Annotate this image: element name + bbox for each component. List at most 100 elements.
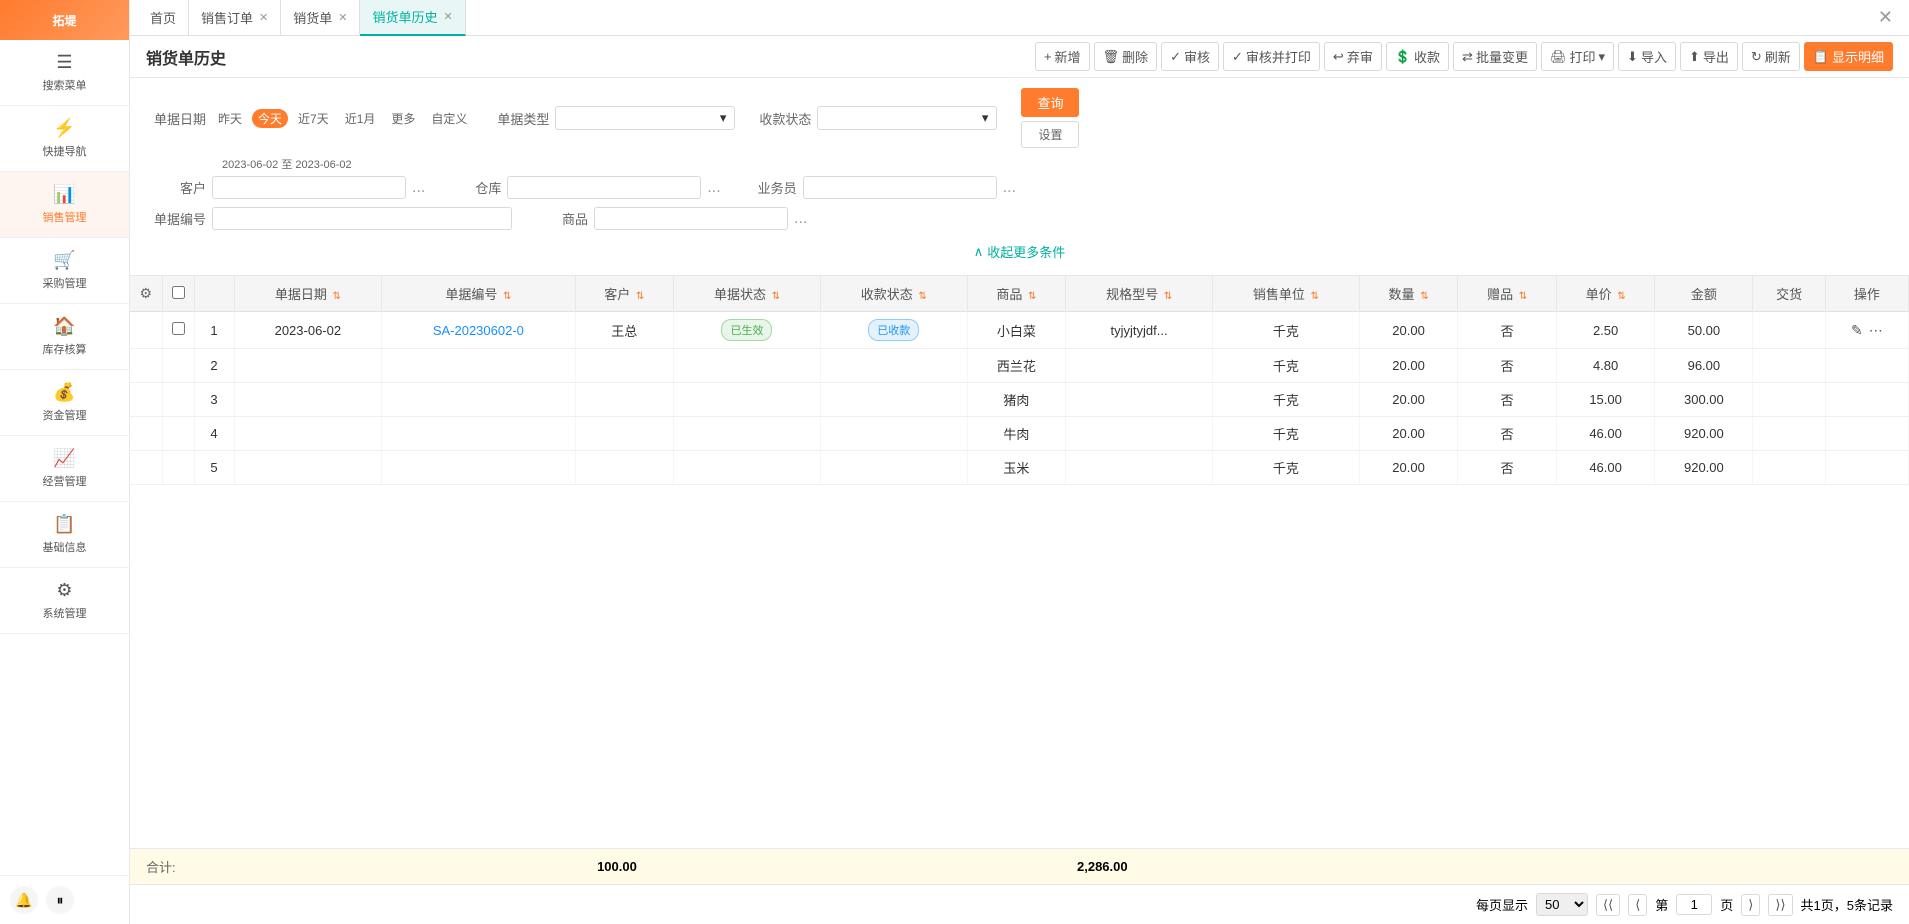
- cell-checkbox[interactable]: [162, 383, 194, 417]
- tab-sales-order[interactable]: 销售订单 ✕: [189, 0, 281, 36]
- col-checkbox[interactable]: [162, 276, 194, 312]
- cell-action[interactable]: ✎⋯: [1825, 312, 1908, 349]
- col-settings[interactable]: ⚙: [130, 276, 162, 312]
- col-doc-date[interactable]: 单据日期 ⇅: [234, 276, 382, 312]
- doc-no-input[interactable]: [212, 207, 512, 230]
- page-number-input[interactable]: 1: [1676, 894, 1712, 915]
- sidebar-item-operations-mgmt[interactable]: 📈 经营管理: [0, 436, 129, 502]
- show-detail-button[interactable]: 📋 显示明细: [1804, 42, 1893, 71]
- goods-filter: 商品 ...: [528, 207, 807, 230]
- audit-print-button[interactable]: ✓ 审核并打印: [1223, 42, 1320, 71]
- business-dots[interactable]: ...: [1003, 179, 1016, 197]
- abandon-button[interactable]: ↩ 弃审: [1324, 42, 1382, 71]
- delete-button[interactable]: 🗑 删除: [1094, 42, 1158, 71]
- tab-home[interactable]: 首页: [138, 0, 189, 36]
- col-qty[interactable]: 数量 ⇅: [1359, 276, 1458, 312]
- tab-sales-goods-history[interactable]: 销货单历史 ✕: [360, 0, 465, 36]
- cell-doc-no[interactable]: [382, 417, 575, 451]
- col-unit[interactable]: 销售单位 ⇅: [1213, 276, 1360, 312]
- col-spec[interactable]: 规格型号 ⇅: [1066, 276, 1213, 312]
- sidebar-item-inventory[interactable]: 🏠 库存核算: [0, 304, 129, 370]
- sidebar-item-finance-mgmt[interactable]: 💰 资金管理: [0, 370, 129, 436]
- sidebar-item-system-mgmt[interactable]: ⚙ 系统管理: [0, 568, 129, 634]
- today-shortcut[interactable]: 今天: [252, 109, 288, 128]
- goods-input[interactable]: [594, 207, 788, 230]
- cell-action[interactable]: [1825, 349, 1908, 383]
- row-checkbox[interactable]: [172, 322, 185, 335]
- edit-icon[interactable]: ✎: [1851, 322, 1863, 339]
- last1month-shortcut[interactable]: 近1月: [339, 109, 382, 128]
- close-all-tabs-btn[interactable]: ✕: [1870, 7, 1901, 28]
- last7days-shortcut[interactable]: 近7天: [292, 109, 335, 128]
- query-button[interactable]: 查询: [1021, 88, 1079, 117]
- col-settings-icon[interactable]: ⚙: [139, 285, 152, 301]
- pause-btn[interactable]: ⏸: [46, 886, 74, 914]
- cell-doc-no[interactable]: [382, 349, 575, 383]
- col-gift[interactable]: 赠品 ⇅: [1458, 276, 1557, 312]
- col-doc-status[interactable]: 单据状态 ⇅: [674, 276, 821, 312]
- customer-dots[interactable]: ...: [412, 179, 425, 197]
- sidebar-item-sales-mgmt[interactable]: 📊 销售管理: [0, 172, 129, 238]
- collapse-more-btn[interactable]: ∧ 收起更多条件: [146, 238, 1893, 265]
- sidebar-item-search-menu[interactable]: ☰ 搜索菜单: [0, 40, 129, 106]
- goods-dots[interactable]: ...: [794, 210, 807, 228]
- custom-shortcut[interactable]: 自定义: [425, 109, 473, 128]
- customer-input[interactable]: [212, 176, 406, 199]
- cell-doc-no[interactable]: SA-20230602-0: [382, 312, 575, 349]
- cell-checkbox[interactable]: [162, 417, 194, 451]
- import-button[interactable]: ⬇ 导入: [1618, 42, 1676, 71]
- cell-action[interactable]: [1825, 417, 1908, 451]
- close-sales-goods-history-icon[interactable]: ✕: [444, 10, 453, 23]
- tab-sales-goods[interactable]: 销货单 ✕: [281, 0, 360, 36]
- doc-type-select[interactable]: ▾: [555, 106, 735, 130]
- new-button[interactable]: + 新增: [1035, 42, 1090, 71]
- cell-customer: [575, 383, 674, 417]
- cell-doc-no[interactable]: [382, 451, 575, 485]
- doc-no-label: 单据编号: [146, 209, 206, 228]
- filter-settings-button[interactable]: 设置: [1021, 121, 1079, 148]
- close-sales-goods-icon[interactable]: ✕: [338, 11, 347, 24]
- yesterday-shortcut[interactable]: 昨天: [212, 109, 248, 128]
- collapse-label: 收起更多条件: [987, 242, 1065, 261]
- cell-action[interactable]: [1825, 383, 1908, 417]
- refresh-button[interactable]: ↻ 刷新: [1742, 42, 1800, 71]
- print-btn-label: 打印: [1569, 47, 1595, 66]
- payment-status-select[interactable]: ▾: [817, 106, 997, 130]
- more-shortcut[interactable]: 更多: [385, 109, 421, 128]
- sidebar-item-quick-nav[interactable]: ⚡ 快捷导航: [0, 106, 129, 172]
- audit-button[interactable]: ✓ 审核: [1161, 42, 1219, 71]
- cell-checkbox[interactable]: [162, 451, 194, 485]
- status-badge: 已收款: [868, 319, 919, 341]
- cell-action[interactable]: [1825, 451, 1908, 485]
- col-goods[interactable]: 商品 ⇅: [967, 276, 1066, 312]
- print-button[interactable]: 🖨 打印 ▾: [1541, 42, 1614, 71]
- next-page-btn[interactable]: ⟩: [1741, 894, 1760, 916]
- cell-doc-no[interactable]: [382, 383, 575, 417]
- col-doc-no[interactable]: 单据编号 ⇅: [382, 276, 575, 312]
- warehouse-input[interactable]: [507, 176, 701, 199]
- sidebar-item-basic-info[interactable]: 📋 基础信息: [0, 502, 129, 568]
- col-payment-status[interactable]: 收款状态 ⇅: [820, 276, 967, 312]
- col-unit-price[interactable]: 单价 ⇅: [1556, 276, 1655, 312]
- close-sales-order-icon[interactable]: ✕: [259, 11, 268, 24]
- more-action-icon[interactable]: ⋯: [1869, 322, 1883, 339]
- cell-unit: 千克: [1213, 451, 1360, 485]
- first-page-btn[interactable]: ⟨⟨: [1596, 894, 1620, 916]
- per-page-select[interactable]: 50 10 20 100: [1536, 893, 1588, 916]
- sidebar-item-purchase-mgmt[interactable]: 🛒 采购管理: [0, 238, 129, 304]
- notification-btn[interactable]: 🔔: [10, 886, 38, 914]
- col-customer[interactable]: 客户 ⇅: [575, 276, 674, 312]
- cell-checkbox[interactable]: [162, 349, 194, 383]
- warehouse-dots[interactable]: ...: [707, 179, 720, 197]
- cell-checkbox[interactable]: [162, 312, 194, 349]
- select-all-checkbox[interactable]: [172, 286, 185, 299]
- prev-page-btn[interactable]: ⟨: [1628, 894, 1647, 916]
- batch-change-button[interactable]: ⇄ 批量变更: [1453, 42, 1537, 71]
- filter-row-date-range: 2023-06-02 至 2023-06-02: [146, 156, 1893, 172]
- last-page-btn[interactable]: ⟩⟩: [1768, 894, 1792, 916]
- collect-button[interactable]: 💲 收款: [1386, 42, 1449, 71]
- export-button[interactable]: ⬆ 导出: [1680, 42, 1738, 71]
- business-input[interactable]: [803, 176, 997, 199]
- delete-icon: 🗑: [1103, 49, 1120, 65]
- doc-no-link[interactable]: SA-20230602-0: [433, 323, 524, 338]
